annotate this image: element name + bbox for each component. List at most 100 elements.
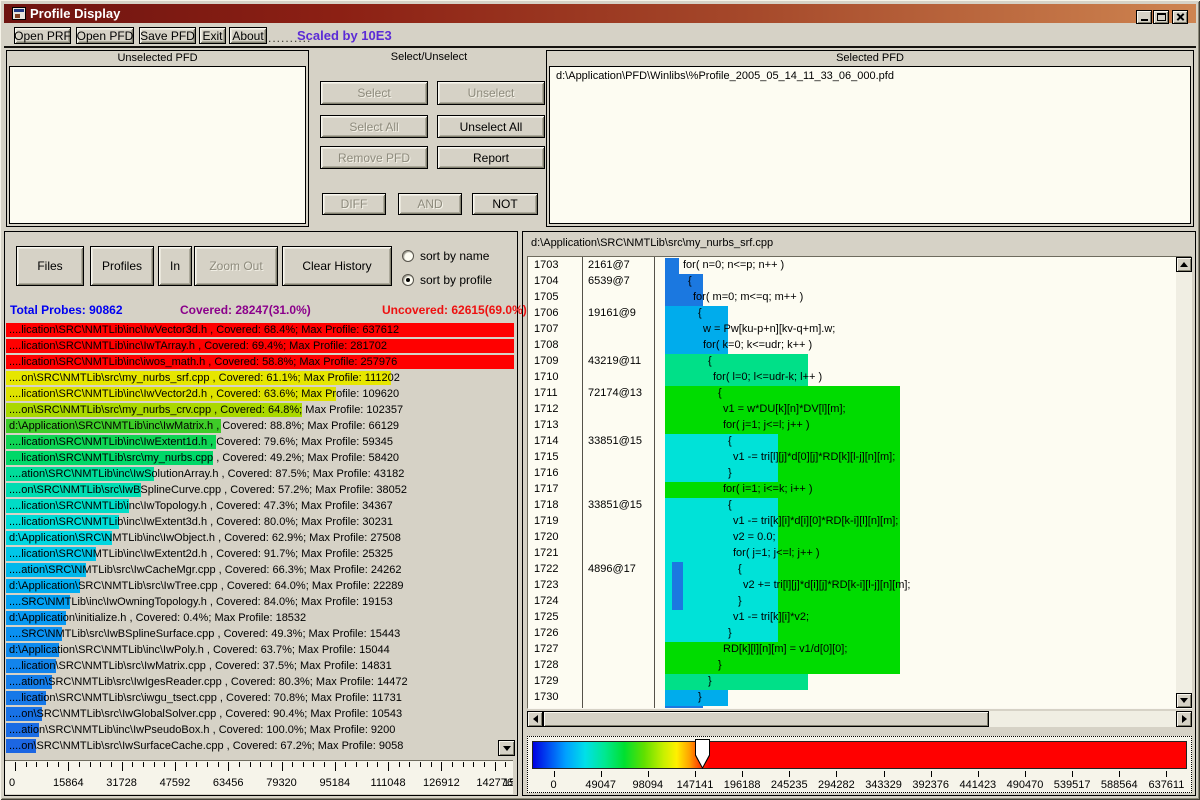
scrollbar-thumb[interactable] bbox=[543, 711, 989, 727]
file-row[interactable]: ....lication\SRC\NMTLib\src\my_nurbs.cpp… bbox=[6, 450, 514, 466]
code-line: 1704 6539@7 { bbox=[528, 274, 1191, 290]
unselect-all-button[interactable]: Unselect All bbox=[437, 115, 545, 138]
minimize-button[interactable] bbox=[1136, 10, 1152, 24]
select-button[interactable]: Select bbox=[320, 81, 428, 105]
selected-pfd-list[interactable]: d:\Application\PFD\Winlibs\%Profile_2005… bbox=[549, 66, 1191, 224]
file-list-scroll-down-button[interactable] bbox=[498, 740, 515, 756]
sort-by-name-label: sort by name bbox=[420, 249, 490, 263]
open-pfd-button[interactable]: Open PFD bbox=[76, 27, 134, 44]
scale-tick bbox=[836, 771, 838, 777]
code-line: 1726} bbox=[528, 626, 1191, 642]
file-row[interactable]: d:\Application\SRC\NMTLib\inc\IwObject.h… bbox=[6, 530, 514, 546]
file-row[interactable]: ....lication\SRC\NMTLib\inc\IwVector2d.h… bbox=[6, 386, 514, 402]
scale-tick bbox=[883, 771, 885, 777]
file-row-text: ....lication\SRC\NMTLib\src\iwgu_tsect.c… bbox=[9, 692, 402, 704]
line-number: 1718 bbox=[534, 499, 559, 511]
scale-label: 196188 bbox=[719, 771, 766, 793]
file-row-text: ....lication\SRC\NMTLib\src\my_nurbs.cpp… bbox=[9, 452, 400, 464]
scroll-right-button[interactable] bbox=[1176, 711, 1192, 727]
file-row[interactable]: ....on\SRC\NMTLib\src\IwBSplineCurve.cpp… bbox=[6, 482, 514, 498]
file-row[interactable]: ....ation\SRC\NMTLib\src\IwIgesReader.cp… bbox=[6, 674, 514, 690]
scale-tick bbox=[977, 771, 979, 777]
zoom-in-button[interactable]: In bbox=[158, 246, 192, 286]
zoom-out-button[interactable]: Zoom Out bbox=[194, 246, 278, 286]
scroll-left-button[interactable] bbox=[527, 711, 543, 727]
code-text: for( j=1; j<=l; j++ ) bbox=[733, 547, 820, 559]
scale-tick bbox=[1024, 771, 1026, 777]
code-horizontal-scrollbar[interactable] bbox=[527, 711, 1192, 727]
file-row[interactable]: ....ation\SRC\NMTLib\inc\IwPseudoBox.h ,… bbox=[6, 722, 514, 738]
unselected-pfd-list[interactable] bbox=[9, 66, 306, 224]
scroll-down-button[interactable] bbox=[1176, 693, 1192, 708]
scale-tick bbox=[1166, 771, 1168, 777]
app-window: Profile Display Open PRF Open PFD Save P… bbox=[0, 0, 1200, 800]
file-row[interactable]: d:\Application\initialize.h , Covered: 0… bbox=[6, 610, 514, 626]
line-number: 1721 bbox=[534, 547, 559, 559]
scale-label: 539517 bbox=[1049, 771, 1096, 793]
report-button[interactable]: Report bbox=[437, 146, 545, 169]
file-row[interactable]: ....SRC\NMTLib\src\IwBSplineSurface.cpp … bbox=[6, 626, 514, 642]
file-row-text: ....SRC\NMTLib\src\IwBSplineSurface.cpp … bbox=[9, 628, 401, 640]
code-cell: } bbox=[655, 690, 1175, 706]
file-row[interactable]: ....lication\SRC\NMTLib\src\IwMatrix.cpp… bbox=[6, 658, 514, 674]
scroll-up-button[interactable] bbox=[1176, 257, 1192, 272]
selected-pfd-item[interactable]: d:\Application\PFD\Winlibs\%Profile_2005… bbox=[556, 70, 894, 82]
file-row[interactable]: ....lication\SRC\NMTLib\inc\IwTopology.h… bbox=[6, 498, 514, 514]
file-row[interactable]: ....lication\SRC\NMTLib\inc\IwVector3d.h… bbox=[6, 322, 514, 338]
sort-by-profile-radio[interactable] bbox=[402, 274, 414, 286]
scale-label: 294282 bbox=[813, 771, 860, 793]
file-row-text: ....on\SRC\NMTLib\src\IwSurfaceCache.cpp… bbox=[9, 740, 404, 752]
axis-tick bbox=[281, 762, 283, 771]
profile-heat-bar bbox=[665, 498, 778, 514]
file-row[interactable]: ....SRC\NMTLib\inc\IwOwningTopology.h , … bbox=[6, 594, 514, 610]
file-row-text: d:\Application\SRC\NMTLib\inc\IwObject.h… bbox=[9, 532, 401, 544]
file-row[interactable]: ....on\SRC\NMTLib\src\my_nurbs_crv.cpp ,… bbox=[6, 402, 514, 418]
file-row[interactable]: ....lication\SRC\NMTLib\inc\IwExtent1d.h… bbox=[6, 434, 514, 450]
file-row[interactable]: d:\Application\SRC\NMTLib\src\IwTree.cpp… bbox=[6, 578, 514, 594]
exit-button[interactable]: Exit bbox=[199, 27, 226, 44]
file-row[interactable]: d:\Application\SRC\NMTLib\inc\IwMatrix.h… bbox=[6, 418, 514, 434]
files-button[interactable]: Files bbox=[16, 246, 84, 286]
open-prf-button[interactable]: Open PRF bbox=[14, 27, 71, 44]
file-row[interactable]: ....on\SRC\NMTLib\src\IwSurfaceCache.cpp… bbox=[6, 738, 514, 754]
code-line: 1728} bbox=[528, 658, 1191, 674]
code-cell: v1 -= tri[k][i]*d[i][0]*RD[k-i][l][n][m]… bbox=[655, 514, 1175, 530]
file-row-text: d:\Application\SRC\NMTLib\inc\IwPoly.h ,… bbox=[9, 644, 390, 656]
not-button[interactable]: NOT bbox=[472, 193, 538, 215]
file-row[interactable]: ....lication\SRC\NMTLib\inc\IwExtent3d.h… bbox=[6, 514, 514, 530]
code-vertical-scrollbar[interactable] bbox=[1176, 257, 1192, 708]
axis-tick bbox=[110, 762, 112, 767]
file-row[interactable]: ....lication\SRC\NMTLib\inc\iwos_math.h … bbox=[6, 354, 514, 370]
close-button[interactable] bbox=[1172, 10, 1188, 24]
save-pfd-button[interactable]: Save PFD bbox=[139, 27, 196, 44]
code-line: 1706 19161@9 { bbox=[528, 306, 1191, 322]
file-row[interactable]: ....on\SRC\NMTLib\src\my_nurbs_srf.cpp ,… bbox=[6, 370, 514, 386]
line-number: 1708 bbox=[534, 339, 559, 351]
file-row[interactable]: ....lication\SRC\NMTLib\inc\IwTArray.h ,… bbox=[6, 338, 514, 354]
line-number: 1713 bbox=[534, 419, 559, 431]
file-row[interactable]: ....lication\SRC\NMTLib\inc\IwExtent2d.h… bbox=[6, 546, 514, 562]
file-row-text: ....ation\SRC\NMTLib\src\IwCacheMgr.cpp … bbox=[9, 564, 402, 576]
file-row-text: ....lication\SRC\NMTLib\inc\IwVector2d.h… bbox=[9, 388, 400, 400]
file-row[interactable]: ....on\SRC\NMTLib\src\IwGlobalSolver.cpp… bbox=[6, 706, 514, 722]
file-row[interactable]: ....lication\SRC\NMTLib\src\iwgu_tsect.c… bbox=[6, 690, 514, 706]
file-row[interactable]: ....ation\SRC\NMTLib\inc\IwSolutionArray… bbox=[6, 466, 514, 482]
unselect-button[interactable]: Unselect bbox=[437, 81, 545, 105]
file-row[interactable]: ....ation\SRC\NMTLib\src\IwCacheMgr.cpp … bbox=[6, 562, 514, 578]
remove-pfd-button[interactable]: Remove PFD bbox=[320, 146, 428, 169]
line-number: 1724 bbox=[534, 595, 559, 607]
select-all-button[interactable]: Select All bbox=[320, 115, 428, 138]
line-number: 1703 bbox=[534, 259, 559, 271]
maximize-button[interactable] bbox=[1153, 10, 1169, 24]
profile-heat-bar bbox=[665, 306, 728, 322]
code-cell: } bbox=[655, 594, 1175, 610]
and-button[interactable]: AND bbox=[398, 193, 462, 215]
about-button[interactable]: About bbox=[229, 27, 267, 44]
sort-by-name-radio[interactable] bbox=[402, 250, 414, 262]
title-bar[interactable]: Profile Display bbox=[4, 4, 1196, 24]
profiles-button[interactable]: Profiles bbox=[90, 246, 154, 286]
diff-button[interactable]: DIFF bbox=[322, 193, 386, 215]
file-row[interactable]: d:\Application\SRC\NMTLib\inc\IwPoly.h ,… bbox=[6, 642, 514, 658]
code-lines: 1703 2161@7 for( n=0; n<=p; n++ ) 1704 6539@… bbox=[528, 257, 1191, 708]
clear-history-button[interactable]: Clear History bbox=[282, 246, 392, 286]
